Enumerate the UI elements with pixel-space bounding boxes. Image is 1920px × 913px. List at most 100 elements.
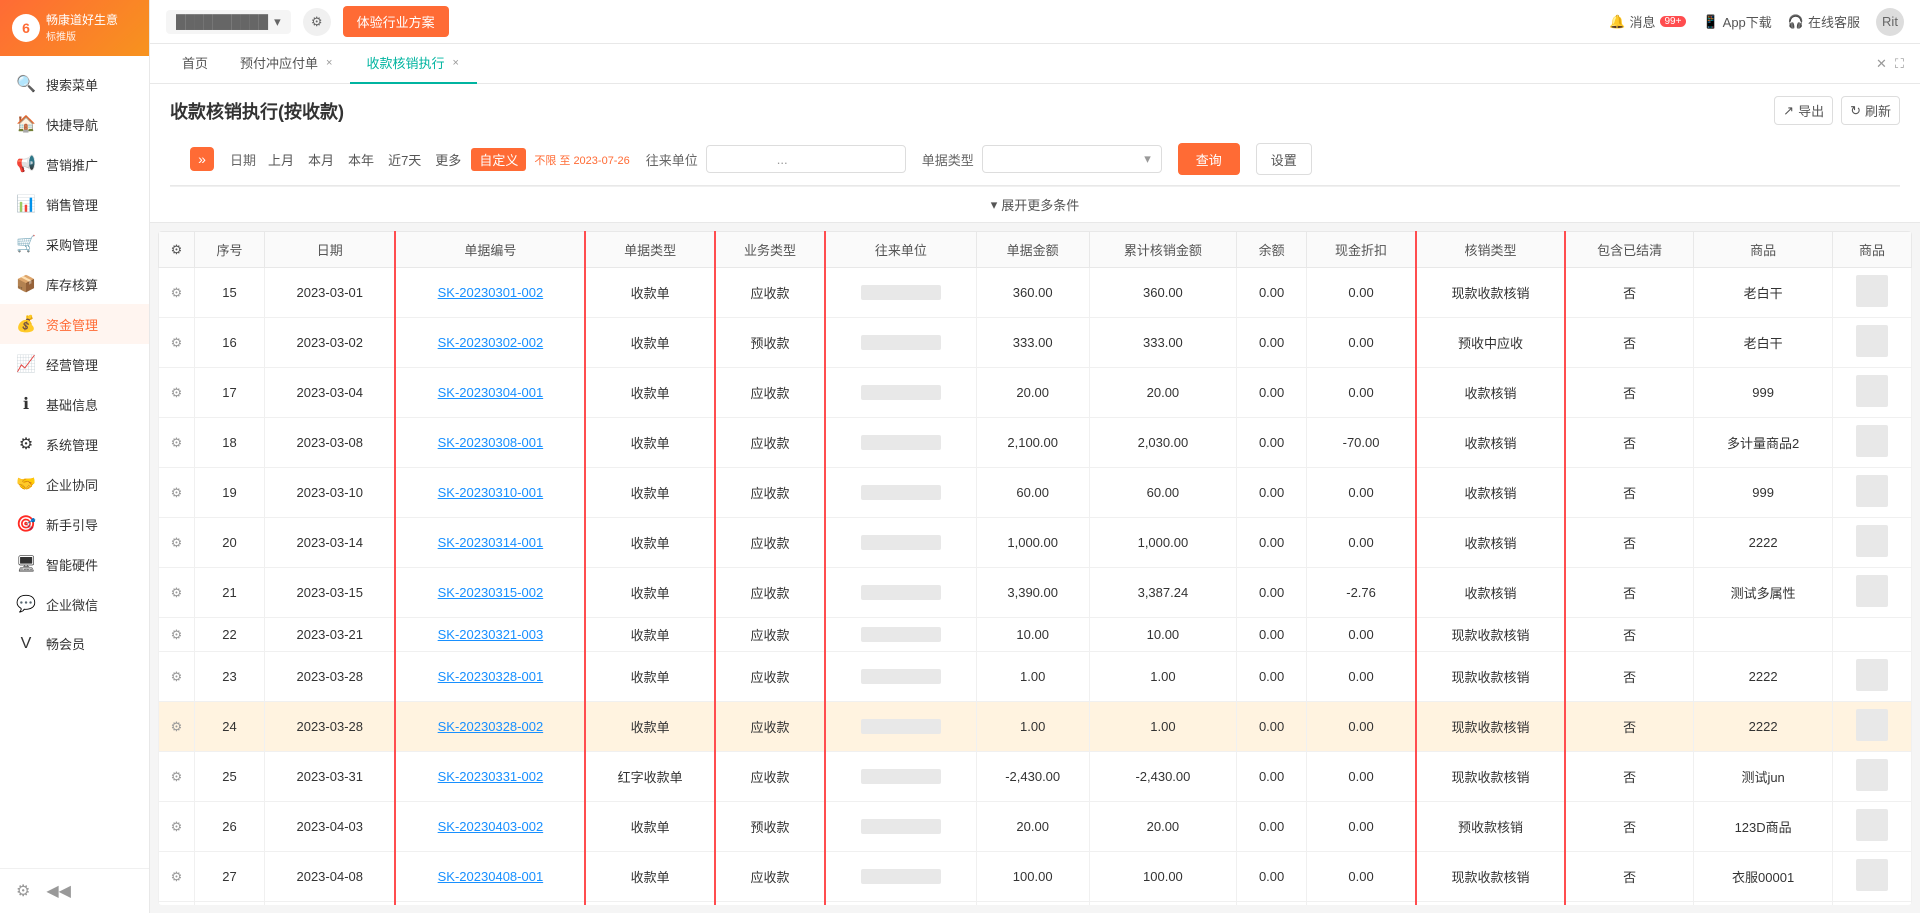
row-amount: 3,390.00: [976, 568, 1089, 618]
sidebar-item-member[interactable]: V 畅会员: [0, 624, 149, 663]
row-settings[interactable]: ⚙: [159, 268, 195, 318]
sidebar-item-inventory[interactable]: 📦 库存核算: [0, 264, 149, 304]
this-year-btn[interactable]: 本年: [344, 148, 378, 171]
expand-conditions-btn[interactable]: ▾ 展开更多条件: [983, 191, 1088, 218]
settings-footer-icon[interactable]: ⚙: [16, 881, 30, 901]
tab-receivable[interactable]: 预付冲应付单 ×: [224, 44, 350, 84]
table-row[interactable]: ⚙ 18 2023-03-08 SK-20230308-001 收款单 应收款 …: [159, 418, 1912, 468]
voucher-no-link[interactable]: SK-20230408-001: [438, 869, 544, 884]
table-settings-btn[interactable]: 设置: [1256, 143, 1312, 175]
message-btn[interactable]: 🔔 消息 99+: [1609, 12, 1686, 31]
filter-toggle-btn[interactable]: »: [190, 147, 214, 171]
tab-writeoff[interactable]: 收款核销执行 ×: [350, 44, 476, 84]
company-selector[interactable]: ██████████ ▾: [166, 10, 291, 34]
voucher-no-link[interactable]: SK-20230331-002: [438, 769, 544, 784]
voucher-no-link[interactable]: SK-20230315-002: [438, 585, 544, 600]
last-month-btn[interactable]: 上月: [264, 148, 298, 171]
sidebar-item-hardware[interactable]: 🖥 智能硬件: [0, 544, 149, 584]
voucher-no-link[interactable]: SK-20230314-001: [438, 535, 544, 550]
capital-icon: 💰: [16, 314, 36, 334]
row-settings[interactable]: ⚙: [159, 318, 195, 368]
last-7-days-btn[interactable]: 近7天: [384, 148, 425, 171]
col-settings-header[interactable]: ⚙: [159, 232, 195, 268]
table-row[interactable]: ⚙ 17 2023-03-04 SK-20230304-001 收款单 应收款 …: [159, 368, 1912, 418]
voucher-no-link[interactable]: SK-20230403-002: [438, 819, 544, 834]
sidebar-item-wechat[interactable]: 💬 企业微信: [0, 584, 149, 624]
custom-date-btn[interactable]: 自定义: [471, 148, 526, 171]
table-row[interactable]: ⚙ 26 2023-04-03 SK-20230403-002 收款单 预收款 …: [159, 802, 1912, 852]
query-btn[interactable]: 查询: [1178, 143, 1240, 175]
voucher-type-select[interactable]: ▾: [982, 145, 1162, 173]
enterprise-icon: 🤝: [16, 474, 36, 494]
row-settings[interactable]: ⚙: [159, 618, 195, 652]
tab-writeoff-close[interactable]: ×: [450, 57, 460, 69]
user-avatar[interactable]: Rit: [1876, 8, 1904, 36]
row-goods2: [1833, 652, 1912, 702]
row-balance: 0.00: [1237, 802, 1307, 852]
sidebar-item-sales[interactable]: 📊 销售管理: [0, 184, 149, 224]
table-row[interactable]: ⚙ 24 2023-03-28 SK-20230328-002 收款单 应收款 …: [159, 702, 1912, 752]
row-settings[interactable]: ⚙: [159, 652, 195, 702]
row-settings[interactable]: ⚙: [159, 802, 195, 852]
voucher-no-link[interactable]: SK-20230310-001: [438, 485, 544, 500]
voucher-no-link[interactable]: SK-20230301-002: [438, 285, 544, 300]
table-row[interactable]: ⚙ 21 2023-03-15 SK-20230315-002 收款单 应收款 …: [159, 568, 1912, 618]
row-settings[interactable]: ⚙: [159, 852, 195, 902]
industry-solution-btn[interactable]: 体验行业方案: [343, 6, 449, 37]
table-row[interactable]: ⚙ 16 2023-03-02 SK-20230302-002 收款单 预收款 …: [159, 318, 1912, 368]
row-biz-type: 应收款: [715, 852, 825, 902]
partner-select[interactable]: ...: [706, 145, 906, 173]
sidebar-item-search[interactable]: 🔍 搜索菜单: [0, 64, 149, 104]
row-settings[interactable]: ⚙: [159, 902, 195, 906]
table-row[interactable]: ⚙ 19 2023-03-10 SK-20230310-001 收款单 应收款 …: [159, 468, 1912, 518]
quicknav-icon: 🏠: [16, 114, 36, 134]
voucher-no-link[interactable]: SK-20230302-002: [438, 335, 544, 350]
sidebar-item-basic[interactable]: ℹ 基础信息: [0, 384, 149, 424]
row-settings[interactable]: ⚙: [159, 752, 195, 802]
row-writeoff-amount: 100.00: [1089, 902, 1236, 906]
row-settings[interactable]: ⚙: [159, 702, 195, 752]
row-voucher-type: 收款单: [585, 852, 715, 902]
sidebar-item-enterprise[interactable]: 🤝 企业协同: [0, 464, 149, 504]
voucher-no-link[interactable]: SK-20230304-001: [438, 385, 544, 400]
voucher-no-link[interactable]: SK-20230328-001: [438, 669, 544, 684]
header-settings-btn[interactable]: ⚙: [303, 8, 331, 36]
row-goods2: [1833, 618, 1912, 652]
table-row[interactable]: ⚙ 20 2023-03-14 SK-20230314-001 收款单 应收款 …: [159, 518, 1912, 568]
row-writeoff-type: 收款核销: [1416, 368, 1565, 418]
online-service-btn[interactable]: 🎧 在线客服: [1788, 12, 1860, 31]
row-amount: 100.00: [976, 852, 1089, 902]
refresh-btn[interactable]: ↻ 刷新: [1841, 96, 1900, 125]
row-settings[interactable]: ⚙: [159, 518, 195, 568]
tab-home[interactable]: 首页: [166, 44, 224, 84]
sidebar-item-system[interactable]: ⚙ 系统管理: [0, 424, 149, 464]
close-tab-icon[interactable]: ✕: [1876, 56, 1887, 72]
table-row[interactable]: ⚙ 23 2023-03-28 SK-20230328-001 收款单 应收款 …: [159, 652, 1912, 702]
row-settings[interactable]: ⚙: [159, 568, 195, 618]
sidebar-item-operations[interactable]: 📈 经营管理: [0, 344, 149, 384]
voucher-no-link[interactable]: SK-20230328-002: [438, 719, 544, 734]
sidebar-item-marketing[interactable]: 📢 营销推广: [0, 144, 149, 184]
expand-tab-icon[interactable]: ⛶: [1895, 56, 1904, 72]
row-settings[interactable]: ⚙: [159, 468, 195, 518]
export-btn[interactable]: ↗ 导出: [1774, 96, 1833, 125]
collapse-icon[interactable]: ◀◀: [46, 881, 71, 901]
sidebar-item-quicknav[interactable]: 🏠 快捷导航: [0, 104, 149, 144]
table-row[interactable]: ⚙ 27 2023-04-08 SK-20230408-001 收款单 应收款 …: [159, 852, 1912, 902]
app-download-btn[interactable]: 📱 App下载: [1702, 12, 1771, 31]
table-row[interactable]: ⚙ 25 2023-03-31 SK-20230331-002 红字收款单 应收…: [159, 752, 1912, 802]
sidebar-item-purchase[interactable]: 🛒 采购管理: [0, 224, 149, 264]
table-row[interactable]: ⚙ 22 2023-03-21 SK-20230321-003 收款单 应收款 …: [159, 618, 1912, 652]
voucher-no-link[interactable]: SK-20230308-001: [438, 435, 544, 450]
sidebar-item-guide[interactable]: 🎯 新手引导: [0, 504, 149, 544]
table-row[interactable]: ⚙ 15 2023-03-01 SK-20230301-002 收款单 应收款 …: [159, 268, 1912, 318]
table-row[interactable]: ⚙ 28 2023-04-18 SK-20230418-001 收款单 应收款 …: [159, 902, 1912, 906]
row-voucher-no: SK-20230331-002: [395, 752, 585, 802]
this-month-btn[interactable]: 本月: [304, 148, 338, 171]
more-dates-btn[interactable]: 更多: [431, 148, 465, 171]
sidebar-item-capital[interactable]: 💰 资金管理: [0, 304, 149, 344]
row-settings[interactable]: ⚙: [159, 368, 195, 418]
row-settings[interactable]: ⚙: [159, 418, 195, 468]
voucher-no-link[interactable]: SK-20230321-003: [438, 627, 544, 642]
tab-receivable-close[interactable]: ×: [324, 57, 334, 69]
